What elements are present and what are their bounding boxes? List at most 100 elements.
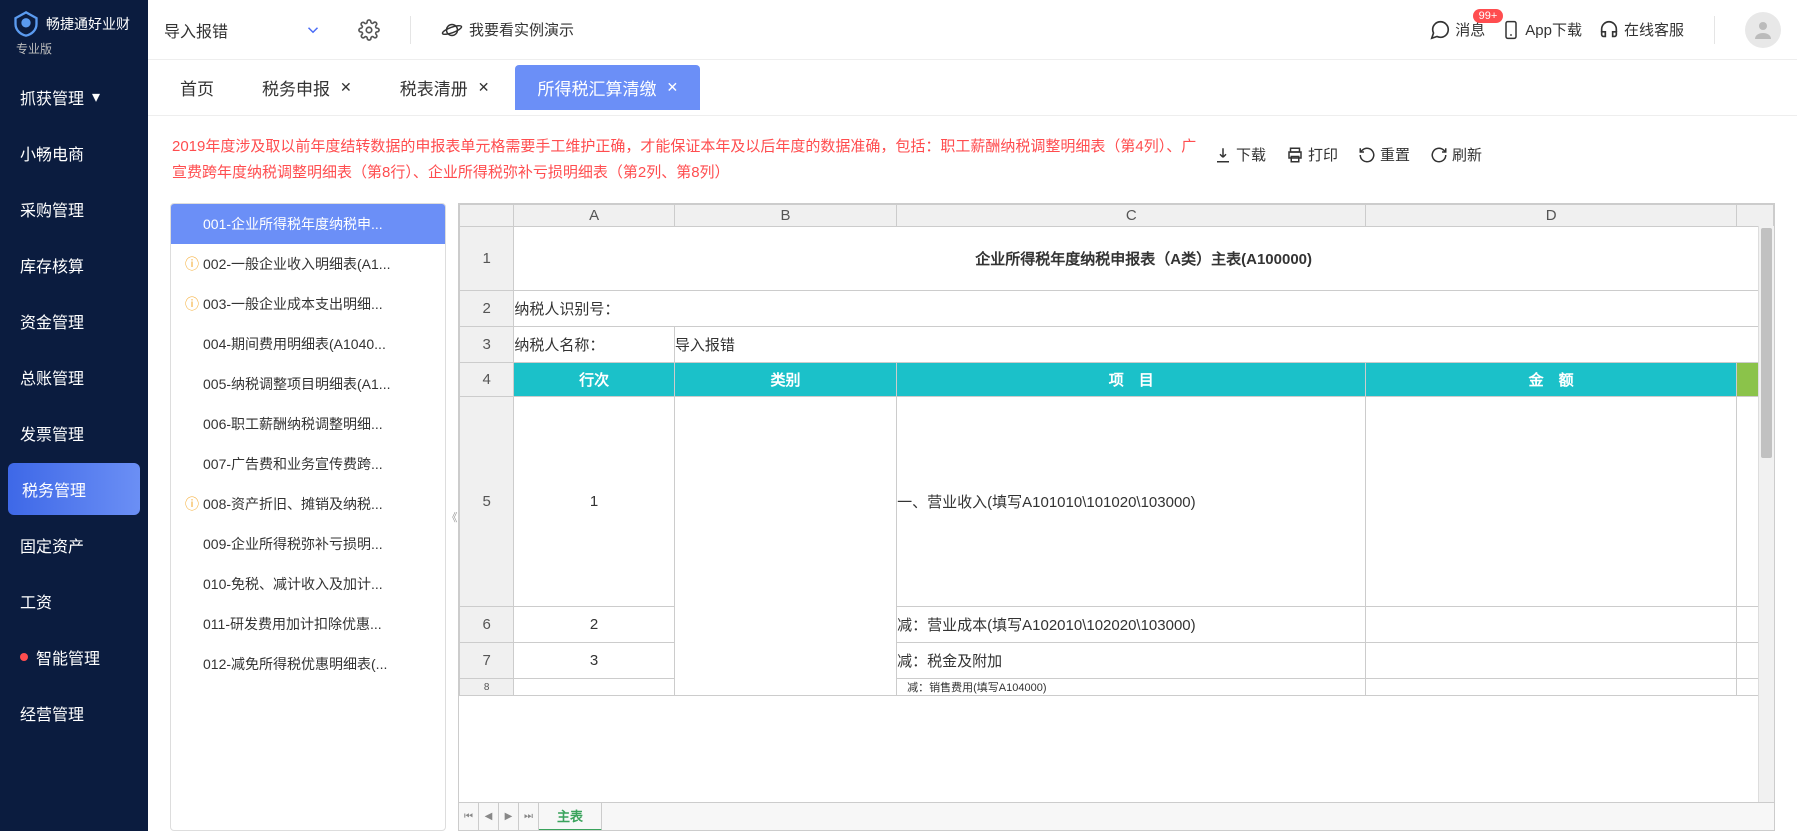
- brand-edition: 专业版: [0, 40, 148, 57]
- cell-amount[interactable]: [1366, 679, 1736, 696]
- dropdown-toggle[interactable]: [304, 21, 322, 39]
- form-item-label: 009-企业所得税弥补亏损明...: [203, 534, 383, 554]
- sheet-corner[interactable]: [460, 205, 514, 227]
- cell-item[interactable]: 减：营业成本(填写A102010\102020\103000): [897, 607, 1366, 643]
- cell-amount[interactable]: [1366, 643, 1736, 679]
- form-list-item-4[interactable]: 005-纳税调整项目明细表(A1...: [171, 364, 445, 404]
- brand-icon: [12, 10, 40, 38]
- nav-item-7[interactable]: 税务管理: [8, 463, 140, 515]
- info-icon: ⓘ: [185, 254, 199, 274]
- user-avatar[interactable]: [1745, 12, 1781, 48]
- nav-item-10[interactable]: 智能管理: [0, 629, 148, 685]
- form-list-item-2[interactable]: ⓘ003-一般企业成本支出明细...: [171, 284, 445, 324]
- form-item-label: 007-广告费和业务宣传费跨...: [203, 454, 383, 474]
- settings-button[interactable]: [358, 19, 380, 41]
- messages-button[interactable]: 消息 99+: [1429, 19, 1485, 41]
- sheet-nav-first[interactable]: ⏮: [459, 803, 479, 830]
- row-header[interactable]: 4: [460, 363, 514, 397]
- nav-item-3[interactable]: 库存核算: [0, 237, 148, 293]
- cell-item[interactable]: 减：销售费用(填写A104000): [897, 679, 1366, 696]
- form-item-label: 008-资产折旧、摊销及纳税...: [203, 494, 383, 514]
- tab-0[interactable]: 首页: [158, 65, 236, 110]
- form-item-label: 004-期间费用明细表(A1040...: [203, 334, 386, 354]
- tab-2[interactable]: 税表清册 ✕: [378, 65, 512, 110]
- nav-item-9[interactable]: 工资: [0, 573, 148, 629]
- row-header[interactable]: 6: [460, 607, 514, 643]
- sheet-tab-main[interactable]: 主表: [539, 802, 602, 831]
- sheet-nav-prev[interactable]: ◀: [479, 803, 499, 830]
- form-list-item-5[interactable]: 006-职工薪酬纳税调整明细...: [171, 404, 445, 444]
- cell-rownum[interactable]: 3: [514, 643, 675, 679]
- form-item-label: 010-免税、减计收入及加计...: [203, 574, 383, 594]
- support-button[interactable]: 在线客服: [1598, 19, 1684, 41]
- table-header-amount[interactable]: 金 额: [1366, 363, 1736, 397]
- brand-name: 畅捷通好业财: [46, 14, 130, 34]
- row-header[interactable]: 7: [460, 643, 514, 679]
- cell-category[interactable]: [674, 397, 896, 696]
- nav-item-label: 工资: [20, 589, 52, 613]
- form-list-item-9[interactable]: 010-免税、减计收入及加计...: [171, 564, 445, 604]
- tab-label: 税表清册: [400, 75, 468, 100]
- refresh-button[interactable]: 刷新: [1430, 144, 1482, 165]
- nav-item-1[interactable]: 小畅电商: [0, 125, 148, 181]
- row-header[interactable]: 3: [460, 327, 514, 363]
- table-header-rownum[interactable]: 行次: [514, 363, 675, 397]
- warning-notice: 2019年度涉及取以前年度结转数据的申报表单元格需要手工维护正确，才能保证本年及…: [172, 134, 1202, 185]
- col-header-d[interactable]: D: [1366, 205, 1736, 227]
- nav-item-11[interactable]: 经营管理: [0, 685, 148, 741]
- close-icon[interactable]: ✕: [478, 79, 490, 96]
- nav-item-6[interactable]: 发票管理: [0, 405, 148, 461]
- nav-item-0[interactable]: 抓获管理 ▾: [0, 69, 148, 125]
- nav-item-label: 智能管理: [36, 645, 100, 669]
- taxpayer-id-label[interactable]: 纳税人识别号：: [514, 291, 1774, 327]
- table-header-category[interactable]: 类别: [674, 363, 896, 397]
- cell-amount[interactable]: [1366, 397, 1736, 607]
- form-list-item-0[interactable]: 001-企业所得税年度纳税申...: [171, 204, 445, 244]
- sheet-title[interactable]: 企业所得税年度纳税申报表（A类）主表(A100000): [514, 227, 1774, 291]
- print-button[interactable]: 打印: [1286, 144, 1338, 165]
- app-download-button[interactable]: App下载: [1501, 19, 1582, 40]
- download-button[interactable]: 下载: [1214, 144, 1266, 165]
- form-list-item-1[interactable]: ⓘ002-一般企业收入明细表(A1...: [171, 244, 445, 284]
- nav-item-2[interactable]: 采购管理: [0, 181, 148, 237]
- close-icon[interactable]: ✕: [666, 79, 678, 96]
- cell-rownum[interactable]: 1: [514, 397, 675, 607]
- row-header[interactable]: 5: [460, 397, 514, 607]
- form-list-item-3[interactable]: 004-期间费用明细表(A1040...: [171, 324, 445, 364]
- taxpayer-name-label[interactable]: 纳税人名称：: [514, 327, 675, 363]
- tab-1[interactable]: 税务申报✕: [240, 65, 374, 110]
- vertical-scrollbar[interactable]: [1758, 226, 1774, 802]
- form-list-item-11[interactable]: 012-减免所得税优惠明细表(...: [171, 644, 445, 684]
- nav-item-5[interactable]: 总账管理: [0, 349, 148, 405]
- table-header-item[interactable]: 项 目: [897, 363, 1366, 397]
- col-header-b[interactable]: B: [674, 205, 896, 227]
- taxpayer-name-value[interactable]: 导入报错: [674, 327, 1773, 363]
- reset-button[interactable]: 重置: [1358, 144, 1410, 165]
- download-label: 下载: [1236, 144, 1266, 165]
- collapse-handle[interactable]: 《: [446, 203, 458, 831]
- nav-item-4[interactable]: 资金管理: [0, 293, 148, 349]
- cell-item[interactable]: 一、营业收入(填写A101010\101020\103000): [897, 397, 1366, 607]
- cell-rownum[interactable]: 2: [514, 607, 675, 643]
- tab-3[interactable]: 所得税汇算清缴✕: [515, 65, 700, 110]
- row-header[interactable]: 8: [460, 679, 514, 696]
- sheet-nav-next[interactable]: ▶: [499, 803, 519, 830]
- form-list-item-8[interactable]: 009-企业所得税弥补亏损明...: [171, 524, 445, 564]
- demo-link[interactable]: 我要看实例演示: [441, 19, 574, 41]
- sheet-nav-last[interactable]: ⏭: [519, 803, 539, 830]
- nav-item-label: 发票管理: [20, 421, 84, 445]
- form-list-item-7[interactable]: ⓘ008-资产折旧、摊销及纳税...: [171, 484, 445, 524]
- row-header[interactable]: 2: [460, 291, 514, 327]
- col-header-extra[interactable]: [1736, 205, 1773, 227]
- cell-rownum[interactable]: [514, 679, 675, 696]
- divider: [410, 16, 411, 44]
- close-icon[interactable]: ✕: [340, 79, 352, 96]
- nav-item-8[interactable]: 固定资产: [0, 517, 148, 573]
- form-list-item-10[interactable]: 011-研发费用加计扣除优惠...: [171, 604, 445, 644]
- col-header-a[interactable]: A: [514, 205, 675, 227]
- row-header[interactable]: 1: [460, 227, 514, 291]
- cell-amount[interactable]: [1366, 607, 1736, 643]
- cell-item[interactable]: 减：税金及附加: [897, 643, 1366, 679]
- col-header-c[interactable]: C: [897, 205, 1366, 227]
- form-list-item-6[interactable]: 007-广告费和业务宣传费跨...: [171, 444, 445, 484]
